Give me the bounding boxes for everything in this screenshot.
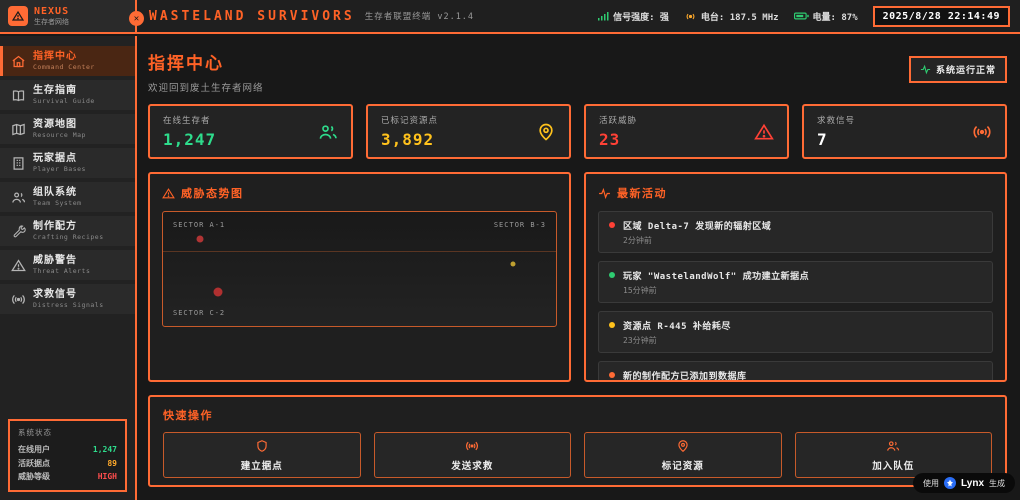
- send-distress-button[interactable]: 发送求救: [373, 432, 571, 478]
- stat-card-resource-points: 已标记资源点 3,892: [366, 104, 571, 159]
- team-icon: [11, 190, 26, 205]
- quick-actions-title: 快速操作: [163, 409, 213, 422]
- warning-triangle-icon: [11, 258, 26, 273]
- threat-dot: [510, 261, 516, 267]
- warning-triangle-icon: [162, 187, 175, 200]
- map-icon: [11, 122, 26, 137]
- shield-icon: [255, 439, 269, 453]
- activity-dot: [609, 372, 615, 378]
- threat-map-title: 威胁态势图: [181, 187, 244, 200]
- activity-item: 区域 Delta-7 发现新的辐射区域 2分钟前: [598, 211, 993, 253]
- activity-item: 资源点 R-445 补给耗尽 23分钟前: [598, 311, 993, 353]
- main-content: 指挥中心 欢迎回到废土生存者网络 系统运行正常 在线生存者 1,247 已标记资…: [139, 36, 1020, 500]
- sidebar-item-player-bases[interactable]: 玩家据点 Player Bases: [0, 148, 135, 178]
- activity-dot: [609, 322, 615, 328]
- radio-icon: [684, 10, 697, 23]
- warning-triangle-icon: [8, 6, 28, 26]
- active-threats-value: 23: [599, 130, 621, 149]
- stat-cards-row: 在线生存者 1,247 已标记资源点 3,892 活跃威胁 23 求救信号 7: [148, 104, 1007, 159]
- mark-resource-button[interactable]: 标记资源: [584, 432, 782, 478]
- sidebar-item-threat-alerts[interactable]: 威胁警告 Threat Alerts: [0, 250, 135, 280]
- location-pin-icon: [676, 439, 690, 453]
- system-status-title: 系统状态: [18, 428, 52, 438]
- topbar-status-group: 信号强度: 强 电台: 187.5 MHz 电量: 87% 2025/8/28 …: [597, 5, 1020, 27]
- users-icon: [886, 439, 900, 453]
- distress-signals-value: 7: [817, 130, 828, 149]
- system-ok-button[interactable]: 系统运行正常: [908, 56, 1007, 83]
- sidebar-item-team-system[interactable]: 组队系统 Team System: [0, 182, 135, 212]
- users-icon: [318, 122, 338, 142]
- stat-card-online-survivors: 在线生存者 1,247: [148, 104, 353, 159]
- activity-title: 最新活动: [617, 187, 667, 200]
- page-subtitle: 欢迎回到废土生存者网络: [148, 83, 264, 94]
- activity-item: 玩家 "WastelandWolf" 成功建立新据点 15分钟前: [598, 261, 993, 303]
- activity-dot: [609, 222, 615, 228]
- sector-label-b3: SECTOR B-3: [493, 221, 546, 229]
- threat-map-canvas: SECTOR A-1 SECTOR B-3 SECTOR C-2: [162, 211, 557, 327]
- activity-dot: [609, 272, 615, 278]
- nexus-logo: NEXUS 生存者网络: [0, 0, 137, 32]
- battery-status: 电量: 87%: [793, 10, 858, 23]
- wrench-icon: [11, 224, 26, 239]
- sector-label-c2: SECTOR C-2: [173, 309, 226, 317]
- logo-subtitle: 生存者网络: [34, 17, 69, 26]
- sector-label-a1: SECTOR A-1: [173, 221, 226, 229]
- threat-dot: [213, 287, 223, 297]
- page-title: 指挥中心: [148, 54, 224, 74]
- distress-signal-icon: [972, 122, 992, 142]
- pulse-icon: [920, 64, 931, 75]
- page-header: 指挥中心 欢迎回到废土生存者网络 系统运行正常: [148, 48, 1007, 94]
- status-row-active-bases: 活跃据点 89: [18, 457, 117, 471]
- signal-strength-status: 信号强度: 强: [597, 10, 669, 23]
- pulse-icon: [598, 187, 611, 200]
- quick-actions-panel: 快速操作 建立据点 发送求救 标记资源 加入队伍: [148, 395, 1007, 487]
- home-icon: [11, 54, 26, 69]
- app-version: 生存者联盟终端 v2.1.4: [364, 12, 475, 22]
- battery-label: 电量: 87%: [812, 12, 858, 23]
- timestamp: 2025/8/28 22:14:49: [872, 5, 1010, 27]
- top-bar: NEXUS 生存者网络 ✕ WASTELAND SURVIVORS 生存者联盟终…: [0, 0, 1020, 34]
- establish-base-button[interactable]: 建立据点: [163, 432, 361, 478]
- distress-signal-icon: [11, 292, 26, 307]
- battery-icon: [793, 10, 809, 22]
- app-title: WASTELAND SURVIVORS: [149, 8, 355, 24]
- warning-triangle-icon: [754, 122, 774, 142]
- threat-dot: [196, 235, 204, 243]
- threat-level-value: HIGH: [97, 472, 117, 482]
- radio-status: 电台: 187.5 MHz: [684, 10, 779, 23]
- building-icon: [11, 156, 26, 171]
- activity-panel: 最新活动 区域 Delta-7 发现新的辐射区域 2分钟前 玩家 "Wastel…: [584, 172, 1007, 382]
- sidebar-item-crafting-recipes[interactable]: 制作配方 Crafting Recipes: [0, 216, 135, 246]
- location-pin-icon: [536, 122, 556, 142]
- threat-map-panel: 威胁态势图 SECTOR A-1 SECTOR B-3 SECTOR C-2: [148, 172, 571, 382]
- resource-points-value: 3,892: [381, 130, 435, 149]
- sidebar-item-command-center[interactable]: 指挥中心 Command Center: [0, 46, 135, 76]
- stat-card-active-threats: 活跃威胁 23: [584, 104, 789, 159]
- system-status-panel: 系统状态 在线用户 1,247 活跃据点 89 威胁等级 HIGH: [8, 419, 127, 492]
- radio-label: 电台: 187.5 MHz: [700, 12, 779, 23]
- book-icon: [11, 88, 26, 103]
- signal-bars-icon: [597, 10, 609, 22]
- online-survivors-value: 1,247: [163, 130, 217, 149]
- join-team-button[interactable]: 加入队伍: [794, 432, 992, 478]
- lynx-logo-icon: [944, 477, 957, 489]
- sidebar-item-resource-map[interactable]: 资源地图 Resource Map: [0, 114, 135, 144]
- activity-item: 新的制作配方已添加到数据库 1小时前: [598, 361, 993, 380]
- lynx-attribution-badge[interactable]: 使用 Lynx 生成: [913, 473, 1015, 493]
- online-users-value: 1,247: [92, 445, 117, 455]
- logo-name: NEXUS: [34, 5, 70, 17]
- status-row-threat-level: 威胁等级 HIGH: [18, 470, 117, 484]
- sidebar-item-distress-signals[interactable]: 求救信号 Distress Signals: [0, 284, 135, 314]
- stat-card-distress-signals: 求救信号 7: [802, 104, 1007, 159]
- distress-signal-icon: [465, 439, 479, 453]
- signal-strength-label: 信号强度: 强: [613, 12, 669, 23]
- close-button[interactable]: ✕: [129, 11, 144, 26]
- sidebar-item-survival-guide[interactable]: 生存指南 Survival Guide: [0, 80, 135, 110]
- map-grid-line: [163, 251, 556, 253]
- status-row-online-users: 在线用户 1,247: [18, 443, 117, 457]
- active-bases-value: 89: [107, 458, 117, 468]
